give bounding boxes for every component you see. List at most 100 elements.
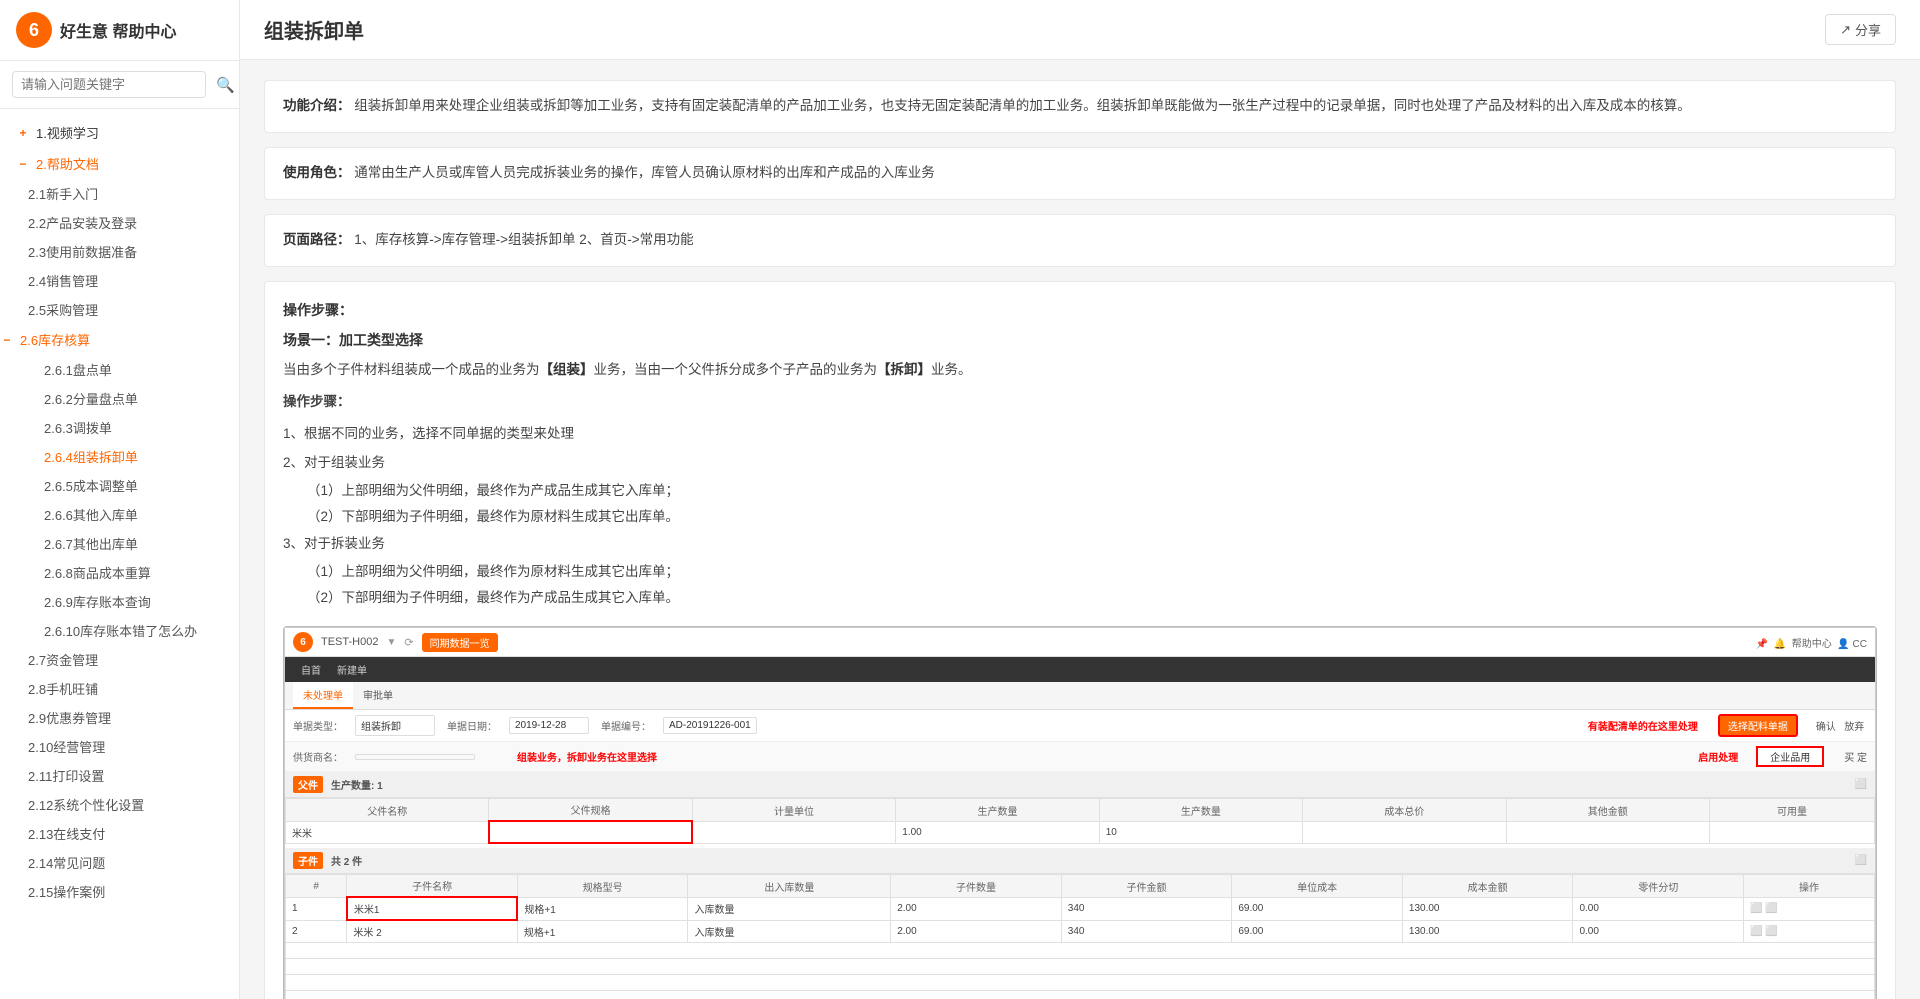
- section-label-upper: 生产数量: 1: [331, 777, 383, 792]
- sidebar-item-sales[interactable]: 2.4销售管理: [28, 266, 239, 295]
- app-tab-unprocessed[interactable]: 未处理单: [293, 682, 353, 709]
- app-upper-section-header: 父件 生产数量: 1 ⬜: [285, 772, 1875, 798]
- cell-cost-total: [1303, 821, 1506, 843]
- sidebar-item-docs[interactable]: − 2.帮助文档: [0, 148, 239, 179]
- app-nav-home[interactable]: 自首: [293, 657, 329, 682]
- btn-bom[interactable]: 选择配料单据: [1718, 714, 1798, 737]
- col-unit-cost: 单位成本: [1232, 875, 1403, 898]
- sidebar-item-inventory-fix[interactable]: 2.6.10库存账本错了怎么办: [44, 616, 239, 645]
- share-icon: ↗: [1840, 22, 1851, 38]
- sidebar-item-inventory[interactable]: − 2.6库存核算: [0, 324, 239, 355]
- sidebar-item-finance[interactable]: 2.7资金管理: [28, 645, 239, 674]
- search-button[interactable]: 🔍: [212, 74, 239, 96]
- cell-cut2: 0.00: [1573, 920, 1744, 943]
- lower-table-row6: [286, 991, 1875, 999]
- sidebar-item-partial-stocktake[interactable]: 2.6.2分量盘点单: [44, 384, 239, 413]
- sidebar-sub-docs: 2.1新手入门 2.2产品安装及登录 2.3使用前数据准备 2.4销售管理 2.…: [0, 179, 239, 906]
- main-header: 组装拆卸单 ↗ 分享: [240, 0, 1920, 60]
- upper-table: 父件名称 父件规格 计量单位 生产数量 生产数量 成本总价 其他金额 可用量: [285, 798, 1875, 844]
- subfield-label: 供货商名：: [293, 749, 343, 764]
- nav-list: + 1.视频学习 − 2.帮助文档 2.1新手入门 2.2产品安装及登录 2.3…: [0, 109, 239, 999]
- cell-ucost2: 69.00: [1232, 920, 1403, 943]
- cell-other-amt: [1506, 821, 1709, 843]
- btn-enable[interactable]: 企业品用: [1756, 746, 1824, 767]
- app-tab-approval[interactable]: 审批单: [353, 682, 403, 709]
- sidebar-item-transfer[interactable]: 2.6.3调拨单: [44, 413, 239, 442]
- sidebar-item-payment[interactable]: 2.13在线支付: [28, 819, 239, 848]
- col-child-qty: 子件数量: [891, 875, 1062, 898]
- annotation-type: 组装业务，拆卸业务在这里选择: [517, 749, 657, 764]
- expand-icon: +: [16, 126, 30, 140]
- sidebar-item-cost-recalc[interactable]: 2.6.8商品成本重算: [44, 558, 239, 587]
- sidebar-item-install[interactable]: 2.2产品安装及登录: [28, 208, 239, 237]
- sidebar-item-other-in[interactable]: 2.6.6其他入库单: [44, 500, 239, 529]
- step2: 2、对于组装业务: [283, 451, 1877, 475]
- sidebar-item-print[interactable]: 2.11打印设置: [28, 761, 239, 790]
- sidebar-item-label: 2.帮助文档: [36, 154, 99, 173]
- sidebar-item-faq[interactable]: 2.14常见问题: [28, 848, 239, 877]
- btn-submit[interactable]: 确认 放弃: [1816, 718, 1867, 733]
- cell-costamt2: 130.00: [1402, 920, 1573, 943]
- cell-seq2: 2: [286, 920, 347, 943]
- logo-icon: 6: [16, 12, 52, 48]
- collapse-icon-inventory: −: [0, 333, 14, 347]
- expand-btn-upper[interactable]: ⬜: [1855, 779, 1867, 790]
- cell-camt1: 340: [1061, 897, 1232, 920]
- ops-steps-label: 操作步骤：: [283, 390, 1877, 414]
- sidebar-item-system[interactable]: 2.12系统个性化设置: [28, 790, 239, 819]
- step3-sub: （1）上部明细为父件明细，最终作为原材料生成其它出库单； （2）下部明细为子件明…: [283, 560, 1877, 611]
- app-icons-right: 📌 🔔 帮助中心 👤 CC: [1756, 635, 1867, 650]
- btn-setting[interactable]: 买 定: [1844, 749, 1867, 764]
- cell-child-spec2: 规格+1: [517, 920, 688, 943]
- sidebar-item-inventory-query[interactable]: 2.6.9库存账本查询: [44, 587, 239, 616]
- subfield-input[interactable]: [355, 754, 475, 760]
- sidebar-item-stocktake[interactable]: 2.6.1盘点单: [44, 355, 239, 384]
- sidebar-item-cost-adjust[interactable]: 2.6.5成本调整单: [44, 471, 239, 500]
- cell-cut1: 0.00: [1573, 897, 1744, 920]
- search-input[interactable]: [12, 71, 206, 98]
- screenshot-area: 6 TEST-H002 ▼ ⟳ 同期数据一览 📌 🔔 帮助中心 👤 CC 自首 …: [283, 626, 1877, 999]
- cell-cqty1: 2.00: [891, 897, 1062, 920]
- field-input-type[interactable]: 组装拆卸: [355, 715, 435, 736]
- cell-prod-qty1: 1.00: [896, 821, 1099, 843]
- role-label: 使用角色：: [283, 165, 351, 180]
- search-area: 🔍: [0, 61, 239, 109]
- step2-sub2: （2）下部明细为子件明细，最终作为原材料生成其它出库单。: [307, 505, 1877, 529]
- field-label-type: 单据类型：: [293, 718, 343, 733]
- col-prod-qty: 生产数量: [896, 799, 1099, 822]
- cell-child-name2: 米米 2: [347, 920, 518, 943]
- cell-inout2: 入库数量: [688, 920, 891, 943]
- sidebar-item-assembly[interactable]: 2.6.4组装拆卸单: [44, 442, 239, 471]
- sidebar-item-label: 1.视频学习: [36, 123, 99, 142]
- app-period-btn[interactable]: 同期数据一览: [422, 633, 498, 652]
- lower-table-row3: [286, 943, 1875, 959]
- app-topbar: 6 TEST-H002 ▼ ⟳ 同期数据一览 📌 🔔 帮助中心 👤 CC: [285, 628, 1875, 657]
- share-label: 分享: [1855, 20, 1881, 39]
- sidebar-item-cases[interactable]: 2.15操作案例: [28, 877, 239, 906]
- app-screenshot: 6 TEST-H002 ▼ ⟳ 同期数据一览 📌 🔔 帮助中心 👤 CC 自首 …: [284, 627, 1876, 999]
- field-input-date[interactable]: 2019-12-28: [509, 717, 589, 734]
- sidebar-item-data-prep[interactable]: 2.3使用前数据准备: [28, 237, 239, 266]
- sidebar-item-coupon[interactable]: 2.9优惠券管理: [28, 703, 239, 732]
- app-nav-new[interactable]: 新建单: [329, 657, 375, 682]
- cell-avail: [1709, 821, 1874, 843]
- expand-btn-lower[interactable]: ⬜: [1855, 855, 1867, 866]
- share-button[interactable]: ↗ 分享: [1825, 14, 1896, 45]
- sidebar-item-mobile[interactable]: 2.8手机旺铺: [28, 674, 239, 703]
- role-block: 使用角色： 通常由生产人员或库管人员完成拆装业务的操作，库管人员确认原材料的出库…: [264, 147, 1896, 200]
- col-other-amt: 其他金额: [1506, 799, 1709, 822]
- collapse-icon: −: [16, 157, 30, 171]
- sidebar-item-beginner[interactable]: 2.1新手入门: [28, 179, 239, 208]
- col-parent-spec: 父件规格: [489, 799, 692, 822]
- upper-table-row: 米米 1.00 10: [286, 821, 1875, 843]
- scene1-title: 场景一：加工类型选择: [283, 330, 1877, 350]
- sidebar-item-ops[interactable]: 2.10经营管理: [28, 732, 239, 761]
- app-dropdown-icon: ▼: [386, 637, 396, 648]
- sidebar-item-video[interactable]: + 1.视频学习: [0, 117, 239, 148]
- cell-camt2: 340: [1061, 920, 1232, 943]
- sidebar-item-other-out[interactable]: 2.6.7其他出库单: [44, 529, 239, 558]
- field-input-no[interactable]: AD-20191226-001: [663, 717, 757, 734]
- sidebar-item-purchase[interactable]: 2.5采购管理: [28, 295, 239, 324]
- annotation-bom: 有装配清单的在这里处理: [1588, 718, 1698, 733]
- cell-cqty2: 2.00: [891, 920, 1062, 943]
